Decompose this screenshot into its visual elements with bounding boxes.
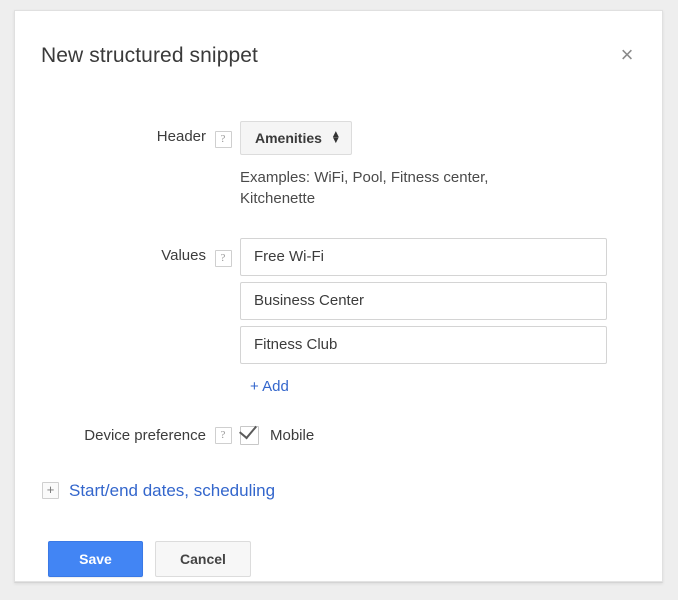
check-icon [239,420,257,439]
add-value-link[interactable]: + Add [250,378,289,395]
mobile-checkbox-label[interactable]: Mobile [270,427,314,444]
device-preference-label: Device preference [84,426,206,444]
save-button[interactable]: Save [48,540,143,577]
device-help-icon[interactable]: ? [214,426,232,444]
header-field-row: Header ? Amenities ▲ ▼ Examples: WiFi, Po… [15,121,662,210]
device-help-wrapper: ? [206,426,240,444]
footer-divider [15,581,662,582]
scheduling-section[interactable]: + Start/end dates, scheduling [42,481,662,501]
chevron-updown-icon: ▲ ▼ [330,128,341,146]
header-help-icon[interactable]: ? [214,131,232,148]
dialog-header: New structured snippet × [15,11,662,93]
snippet-form: Header ? Amenities ▲ ▼ Examples: WiFi, Po… [15,121,662,577]
value-input-1[interactable] [240,237,607,276]
value-input-2[interactable] [240,281,607,320]
header-field-control: Amenities ▲ ▼ Examples: WiFi, Pool, Fitne… [240,121,662,210]
page-title: New structured snippet [41,44,258,67]
device-preference-row: Device preference ? Mobile [15,420,662,445]
device-preference-control: Mobile [239,420,662,445]
values-help-icon[interactable]: ? [214,249,232,267]
dialog-actions: Save Cancel [48,540,662,577]
values-help-wrapper: ? [206,238,240,267]
header-field-label: Header [156,128,206,145]
values-field-row: Values ? + Add [15,237,662,396]
scheduling-link[interactable]: Start/end dates, scheduling [69,481,275,501]
cancel-button[interactable]: Cancel [155,540,251,577]
header-select-value: Amenities [255,130,322,146]
values-field-label: Values [161,246,206,264]
plus-expander-icon[interactable]: + [42,482,59,500]
values-field-control: + Add [240,237,662,396]
new-structured-snippet-dialog: New structured snippet × Header ? Amenit… [14,10,663,583]
close-icon[interactable]: × [614,42,640,68]
mobile-checkbox[interactable] [239,420,259,445]
value-input-3[interactable] [240,325,607,364]
header-select[interactable]: Amenities ▲ ▼ [240,121,352,155]
header-help-wrapper: ? [206,121,240,148]
header-examples-text: Examples: WiFi, Pool, Fitness center, Ki… [240,169,489,208]
